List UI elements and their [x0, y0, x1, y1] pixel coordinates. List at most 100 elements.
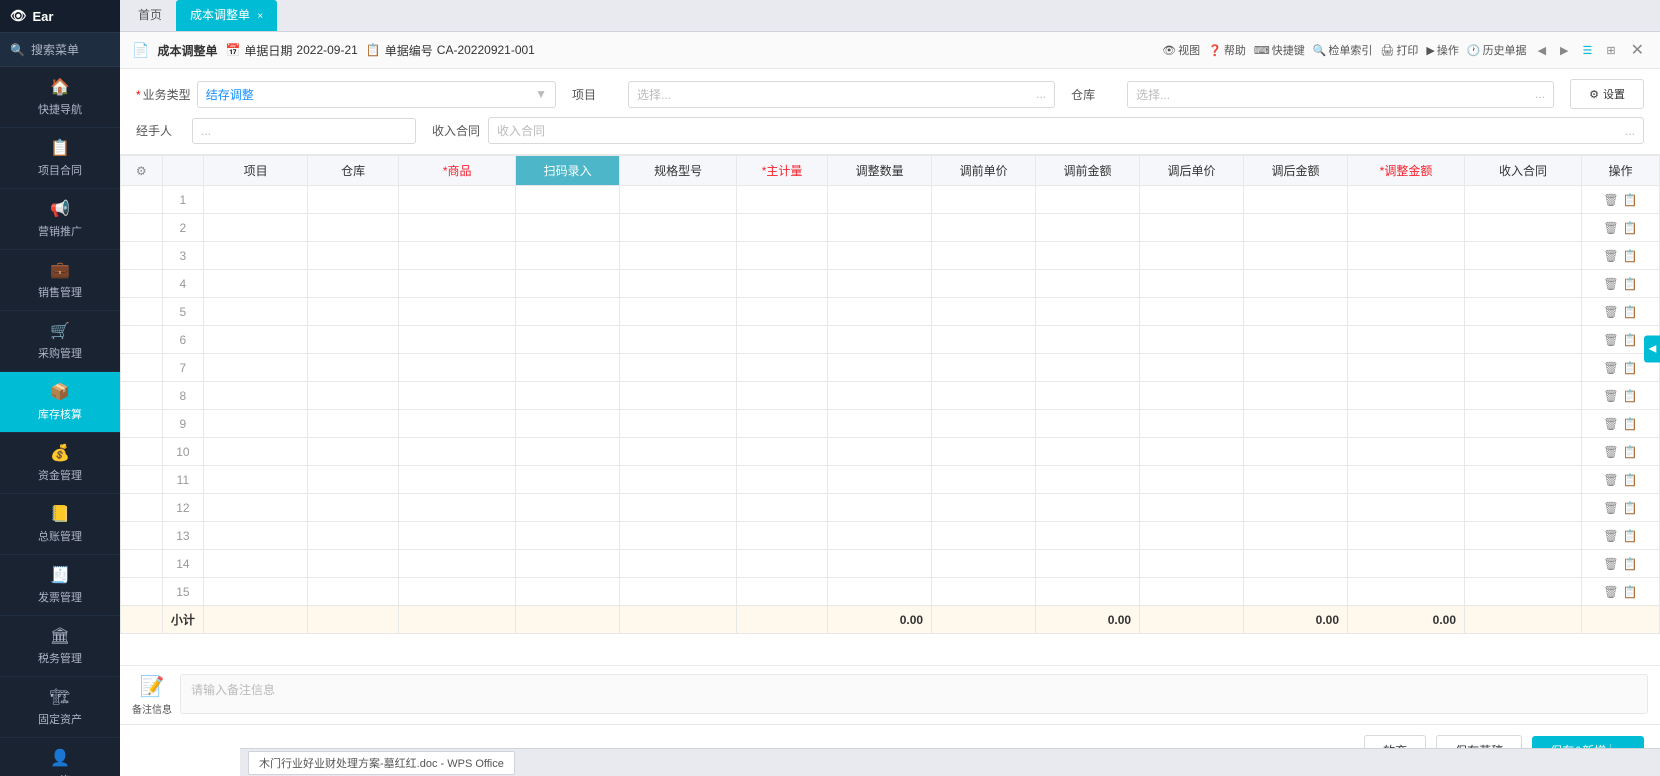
sidebar-item-fund-mgmt[interactable]: 💰 资金管理 [0, 433, 120, 494]
cell-warehouse[interactable] [308, 186, 399, 214]
cell-adjust-qty[interactable] [828, 186, 932, 214]
row-copy-icon[interactable]: 📋 [1623, 529, 1638, 543]
business-type-input[interactable]: 结存调整 ▼ [197, 81, 556, 108]
row-delete-icon[interactable]: 🗑 [1603, 501, 1618, 515]
cell-warehouse[interactable] [308, 550, 399, 578]
cell-unit[interactable] [737, 354, 828, 382]
cell-after-amount[interactable] [1244, 186, 1348, 214]
cell-before-amount[interactable] [1036, 214, 1140, 242]
form-close-btn[interactable]: ✕ [1627, 40, 1648, 60]
cell-before-amount[interactable] [1036, 494, 1140, 522]
row-delete-icon[interactable]: 🗑 [1603, 557, 1618, 571]
cell-after-amount[interactable] [1244, 494, 1348, 522]
cell-unit[interactable] [737, 410, 828, 438]
cell-spec[interactable] [620, 466, 737, 494]
cell-adjust-amount[interactable] [1348, 578, 1465, 606]
cell-unit[interactable] [737, 382, 828, 410]
taskbar-item[interactable]: 木门行业好业财处理方案-墓红红.doc - WPS Office [248, 751, 515, 775]
cell-after-amount[interactable] [1244, 522, 1348, 550]
cell-unit[interactable] [737, 578, 828, 606]
cell-product[interactable] [399, 522, 516, 550]
cell-before-price[interactable] [932, 298, 1036, 326]
row-delete-icon[interactable]: 🗑 [1603, 221, 1618, 235]
cell-unit[interactable] [737, 466, 828, 494]
cell-before-price[interactable] [932, 438, 1036, 466]
cell-project[interactable] [204, 494, 308, 522]
cell-income-contract[interactable] [1465, 298, 1582, 326]
cell-adjust-amount[interactable] [1348, 410, 1465, 438]
row-copy-icon[interactable]: 📋 [1623, 473, 1638, 487]
cell-income-contract[interactable] [1465, 494, 1582, 522]
cell-income-contract[interactable] [1465, 578, 1582, 606]
cell-unit[interactable] [737, 522, 828, 550]
cell-warehouse[interactable] [308, 494, 399, 522]
cell-after-price[interactable] [1140, 494, 1244, 522]
cell-after-price[interactable] [1140, 410, 1244, 438]
cell-after-amount[interactable] [1244, 242, 1348, 270]
sidebar-item-ledger-mgmt[interactable]: 📒 总账管理 [0, 494, 120, 555]
row-delete-icon[interactable]: 🗑 [1603, 473, 1618, 487]
cell-warehouse[interactable] [308, 242, 399, 270]
settings-button[interactable]: ⚙ 设置 [1570, 79, 1644, 109]
cell-before-amount[interactable] [1036, 578, 1140, 606]
cell-income-contract[interactable] [1465, 522, 1582, 550]
cell-adjust-qty[interactable] [828, 522, 932, 550]
cell-income-contract[interactable] [1465, 438, 1582, 466]
cell-project[interactable] [204, 522, 308, 550]
cell-before-price[interactable] [932, 494, 1036, 522]
row-copy-icon[interactable]: 📋 [1623, 361, 1638, 375]
cell-after-amount[interactable] [1244, 382, 1348, 410]
action-print[interactable]: 🖨 打印 [1380, 42, 1418, 58]
cell-before-amount[interactable] [1036, 270, 1140, 298]
action-shortcut[interactable]: ⌨ 快捷键 [1254, 42, 1305, 58]
cell-before-price[interactable] [932, 410, 1036, 438]
sidebar-item-sales-promo[interactable]: 📢 营销推广 [0, 189, 120, 250]
cell-before-price[interactable] [932, 326, 1036, 354]
cell-adjust-qty[interactable] [828, 550, 932, 578]
cell-adjust-amount[interactable] [1348, 242, 1465, 270]
warehouse-input[interactable]: 选择... ... [1127, 81, 1554, 108]
cell-after-amount[interactable] [1244, 578, 1348, 606]
cell-income-contract[interactable] [1465, 354, 1582, 382]
cell-after-price[interactable] [1140, 466, 1244, 494]
cell-before-amount[interactable] [1036, 382, 1140, 410]
row-copy-icon[interactable]: 📋 [1623, 277, 1638, 291]
cell-income-contract[interactable] [1465, 326, 1582, 354]
cell-scan[interactable] [516, 242, 620, 270]
cell-after-price[interactable] [1140, 354, 1244, 382]
cell-warehouse[interactable] [308, 578, 399, 606]
cell-scan[interactable] [516, 438, 620, 466]
cell-scan[interactable] [516, 522, 620, 550]
cell-before-amount[interactable] [1036, 186, 1140, 214]
cell-scan[interactable] [516, 186, 620, 214]
cell-before-price[interactable] [932, 214, 1036, 242]
cell-income-contract[interactable] [1465, 466, 1582, 494]
cell-before-amount[interactable] [1036, 298, 1140, 326]
cell-product[interactable] [399, 382, 516, 410]
cell-after-price[interactable] [1140, 186, 1244, 214]
cell-adjust-amount[interactable] [1348, 466, 1465, 494]
cell-after-price[interactable] [1140, 382, 1244, 410]
action-operate[interactable]: ▶ 操作 [1426, 42, 1458, 58]
income-contract-input[interactable]: 收入合同 ... [488, 117, 1644, 144]
layout-list-icon[interactable]: ☰ [1580, 44, 1596, 57]
cell-product[interactable] [399, 270, 516, 298]
tab-home[interactable]: 首页 [124, 0, 176, 31]
tab-close-icon[interactable]: × [257, 11, 263, 22]
cell-spec[interactable] [620, 494, 737, 522]
cell-adjust-amount[interactable] [1348, 354, 1465, 382]
cell-before-price[interactable] [932, 466, 1036, 494]
cell-adjust-qty[interactable] [828, 438, 932, 466]
cell-warehouse[interactable] [308, 298, 399, 326]
cell-project[interactable] [204, 438, 308, 466]
cell-project[interactable] [204, 578, 308, 606]
cell-warehouse[interactable] [308, 326, 399, 354]
sidebar-item-purchase-mgmt[interactable]: 🛒 采购管理 [0, 311, 120, 372]
cell-adjust-amount[interactable] [1348, 522, 1465, 550]
cell-after-amount[interactable] [1244, 270, 1348, 298]
cell-after-amount[interactable] [1244, 410, 1348, 438]
cell-income-contract[interactable] [1465, 382, 1582, 410]
row-delete-icon[interactable]: 🗑 [1603, 249, 1618, 263]
nav-prev-btn[interactable]: ◀ [1535, 44, 1549, 57]
cell-adjust-amount[interactable] [1348, 298, 1465, 326]
